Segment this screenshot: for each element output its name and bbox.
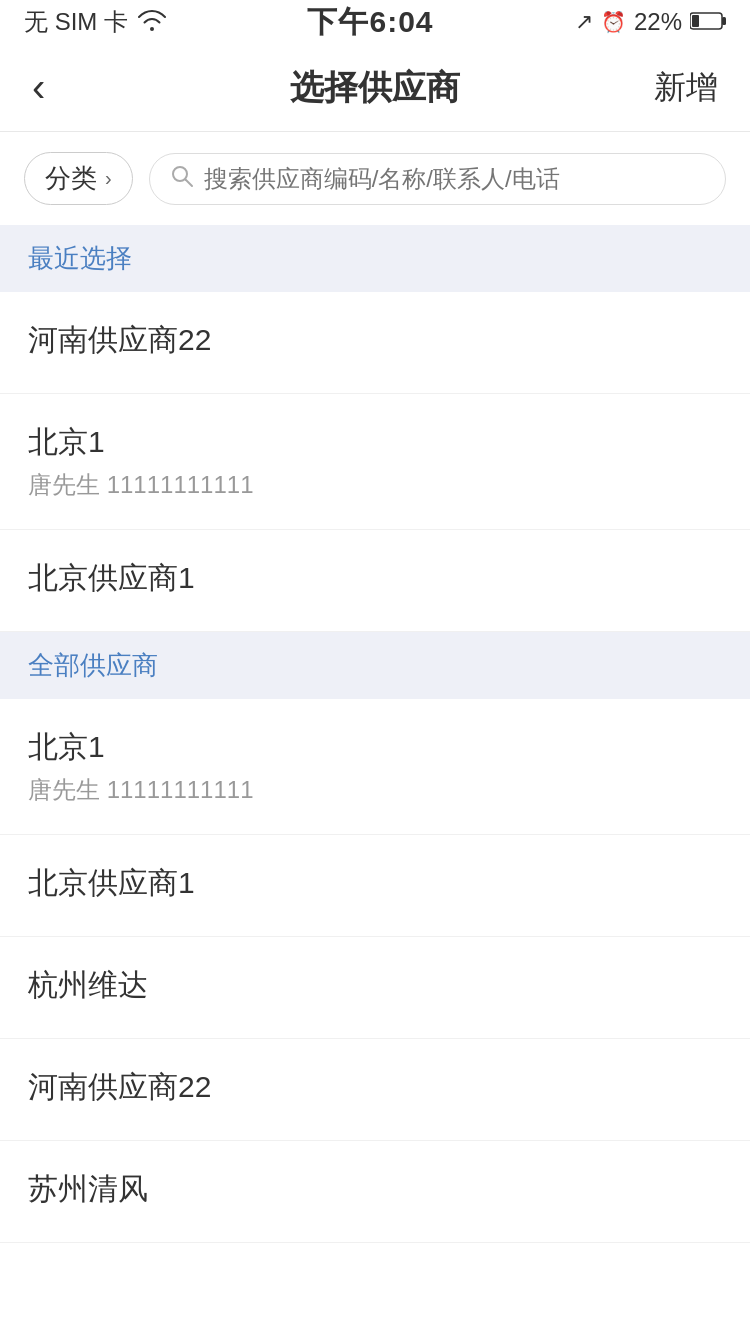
- list-item[interactable]: 北京供应商1: [0, 835, 750, 937]
- item-name: 北京1: [28, 422, 722, 463]
- svg-line-4: [185, 179, 192, 186]
- category-label: 分类: [45, 161, 97, 196]
- item-name: 苏州清风: [28, 1169, 722, 1210]
- category-filter[interactable]: 分类 ›: [24, 152, 133, 205]
- status-bar: 无 SIM 卡 下午6:04 ↗ ⏰ 22%: [0, 0, 750, 44]
- alarm-icon: ⏰: [601, 10, 626, 34]
- svg-rect-1: [722, 17, 726, 25]
- all-list: 北京1 唐先生 11111111111 北京供应商1 杭州维达河南供应商22 苏州清风: [0, 699, 750, 1243]
- item-name: 河南供应商22: [28, 1067, 722, 1108]
- recent-section-header: 最近选择: [0, 225, 750, 292]
- list-item[interactable]: 河南供应商22: [0, 1039, 750, 1141]
- wifi-icon: [138, 7, 166, 38]
- svg-rect-2: [692, 15, 699, 27]
- add-button[interactable]: 新增: [638, 66, 718, 110]
- item-contact: 唐先生 11111111111: [28, 774, 722, 806]
- search-input[interactable]: [204, 165, 705, 193]
- status-left: 无 SIM 卡: [24, 6, 166, 38]
- list-item[interactable]: 北京1 唐先生 11111111111: [0, 394, 750, 530]
- status-time: 下午6:04: [307, 2, 433, 43]
- filter-bar: 分类 ›: [0, 132, 750, 225]
- status-right: ↗ ⏰ 22%: [575, 8, 726, 36]
- list-item[interactable]: 北京1 唐先生 11111111111: [0, 699, 750, 835]
- no-sim-label: 无 SIM 卡: [24, 6, 128, 38]
- search-icon: [170, 164, 194, 194]
- item-name: 北京供应商1: [28, 558, 722, 599]
- battery-label: 22%: [634, 8, 682, 36]
- item-name: 杭州维达: [28, 965, 722, 1006]
- nav-bar: ‹ 选择供应商 新增: [0, 44, 750, 132]
- location-icon: ↗: [575, 9, 593, 35]
- all-section-header: 全部供应商: [0, 632, 750, 699]
- list-item[interactable]: 北京供应商1: [0, 530, 750, 632]
- chevron-icon: ›: [105, 167, 112, 190]
- recent-list: 河南供应商22 北京1 唐先生 11111111111 北京供应商1: [0, 292, 750, 632]
- list-item[interactable]: 苏州清风: [0, 1141, 750, 1243]
- item-name: 北京1: [28, 727, 722, 768]
- search-box[interactable]: [149, 153, 726, 205]
- item-name: 河南供应商22: [28, 320, 722, 361]
- page-title: 选择供应商: [290, 65, 460, 111]
- back-button[interactable]: ‹: [32, 65, 112, 110]
- item-name: 北京供应商1: [28, 863, 722, 904]
- battery-icon: [690, 8, 726, 36]
- item-contact: 唐先生 11111111111: [28, 469, 722, 501]
- list-item[interactable]: 杭州维达: [0, 937, 750, 1039]
- list-item[interactable]: 河南供应商22: [0, 292, 750, 394]
